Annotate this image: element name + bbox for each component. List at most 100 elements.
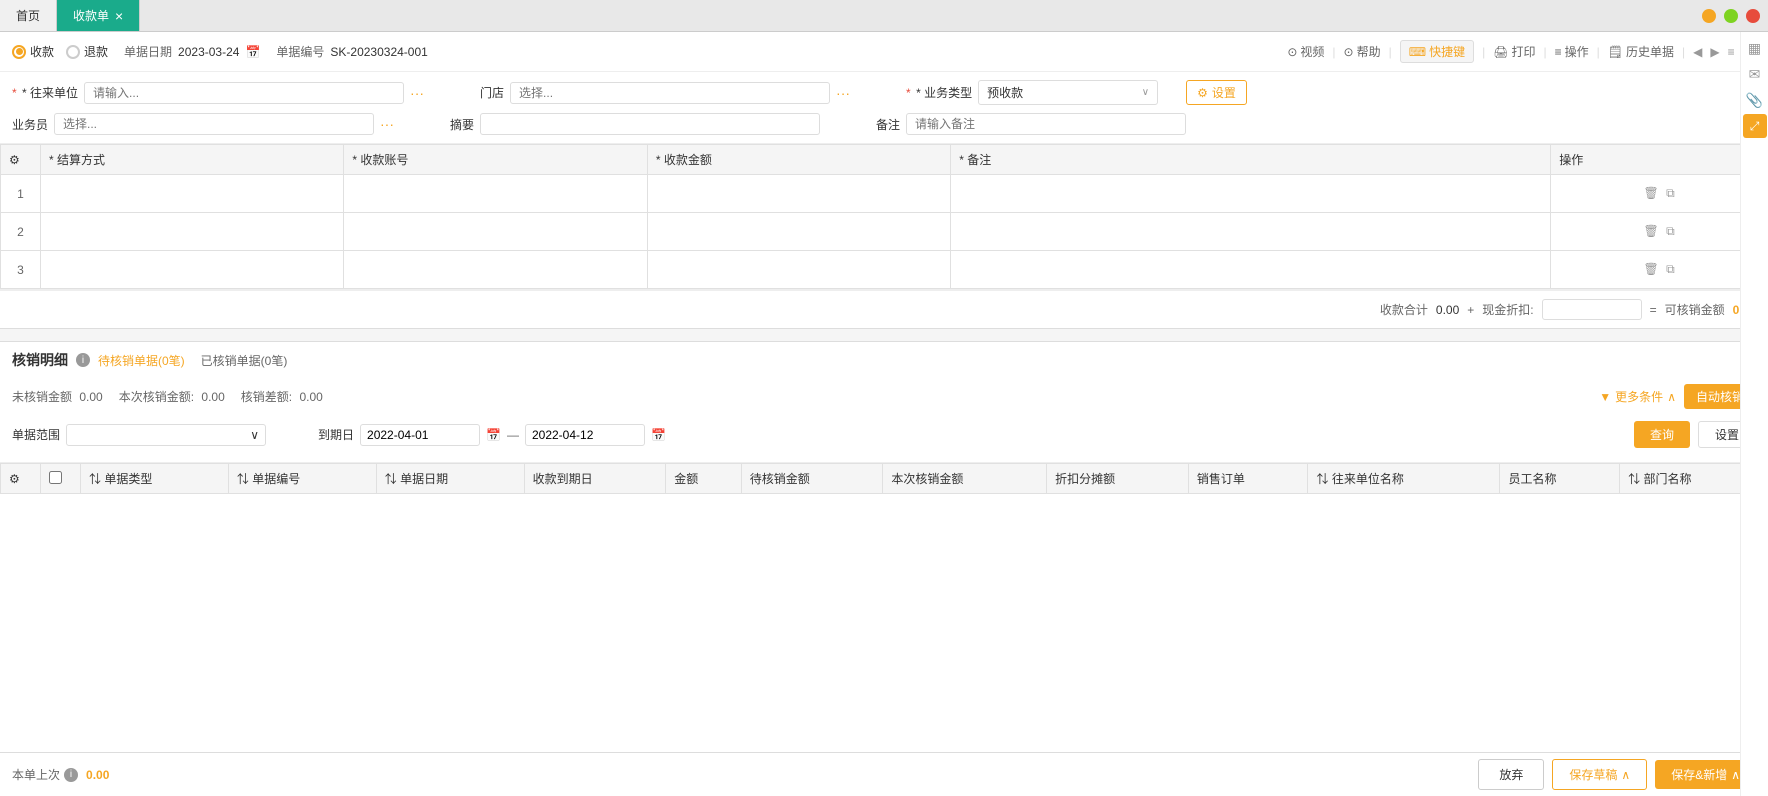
- history-icon: 🗒: [1608, 45, 1623, 59]
- store-input[interactable]: [510, 82, 830, 104]
- minimize-button[interactable]: [1702, 9, 1716, 23]
- video-icon: ⊙: [1287, 45, 1297, 59]
- copy-icon-1[interactable]: ⧉: [1666, 186, 1675, 200]
- row-account-3[interactable]: [344, 251, 647, 289]
- help-icon: ⊙: [1344, 45, 1354, 59]
- salesperson-more-btn[interactable]: ···: [380, 116, 394, 132]
- row-settlement-3[interactable]: [41, 251, 344, 289]
- settings-button[interactable]: ⚙ 设置: [1186, 80, 1247, 105]
- bottom-col-current: 本次核销金额: [883, 464, 1047, 494]
- table-row: 2 🗑 ⧉: [1, 213, 1768, 251]
- radio-refund[interactable]: 退款: [66, 43, 108, 60]
- due-date-start-input[interactable]: [360, 424, 480, 446]
- row-amount-3[interactable]: [647, 251, 950, 289]
- help-btn[interactable]: ⊙ 帮助: [1344, 43, 1381, 60]
- number-label: 单据编号: [276, 43, 324, 60]
- receipt-table: ⚙ * 结算方式 * 收款账号 * 收款金额 * 备注 操作: [0, 144, 1768, 289]
- start-calendar-icon[interactable]: 📅: [486, 428, 501, 442]
- bottom-col-checkbox[interactable]: [41, 464, 81, 494]
- print-btn[interactable]: 🖨 打印: [1493, 43, 1535, 60]
- calendar-icon[interactable]: 📅: [245, 45, 260, 59]
- range-select[interactable]: ∨: [66, 424, 266, 446]
- copy-icon-2[interactable]: ⧉: [1666, 224, 1675, 238]
- delete-icon-3[interactable]: 🗑: [1644, 262, 1659, 276]
- footer: 本单上次 i 0.00 放弃 保存草稿 ∧ 保存&新增 ∧: [0, 752, 1768, 796]
- reconcile-table: ⚙ ⇅ 单据类型 ⇅ 单据编号 ⇅ 单据日期: [0, 463, 1768, 494]
- list-icon[interactable]: ≡: [1728, 45, 1735, 59]
- close-button[interactable]: [1746, 9, 1760, 23]
- counterpart-label: * * 往来单位: [12, 84, 78, 101]
- info-icon[interactable]: i: [64, 768, 78, 782]
- left-arrow-icon[interactable]: ◀: [1693, 45, 1702, 59]
- end-calendar-icon[interactable]: 📅: [651, 428, 666, 442]
- row-settlement-2[interactable]: [41, 213, 344, 251]
- radio-receipt[interactable]: 收款: [12, 43, 54, 60]
- row-amount-2[interactable]: [647, 213, 950, 251]
- delete-icon-1[interactable]: 🗑: [1644, 186, 1659, 200]
- tab-receipt[interactable]: 收款单 ×: [57, 0, 140, 31]
- sidebar-table-icon[interactable]: ▦: [1743, 36, 1767, 60]
- row-account-1[interactable]: [344, 175, 647, 213]
- history-btn[interactable]: 🗒 历史单据: [1608, 43, 1674, 60]
- filter-icon: ▼: [1599, 390, 1611, 404]
- current-stat: 本次核销金额: 0.00: [119, 388, 225, 405]
- summary-label: 摘要: [450, 116, 474, 133]
- bottom-col-gear[interactable]: ⚙: [1, 464, 41, 494]
- due-date-end-input[interactable]: [525, 424, 645, 446]
- video-label: 视频: [1300, 43, 1324, 60]
- query-btn[interactable]: 查询: [1634, 421, 1690, 448]
- business-type-value: 预收款: [987, 84, 1023, 101]
- date-value: 2023-03-24: [178, 45, 239, 59]
- operations-btn[interactable]: ≡ 操作: [1555, 43, 1589, 60]
- tab-pending[interactable]: 待核销单据(0笔): [98, 352, 185, 369]
- store-more-btn[interactable]: ···: [836, 85, 850, 101]
- video-btn[interactable]: ⊙ 视频: [1287, 43, 1324, 60]
- select-all-checkbox[interactable]: [49, 471, 62, 484]
- col-gear[interactable]: ⚙: [1, 145, 41, 175]
- copy-icon-3[interactable]: ⧉: [1666, 262, 1675, 276]
- salesperson-input[interactable]: [54, 113, 374, 135]
- tab-done[interactable]: 已核销单据(0笔): [201, 352, 288, 369]
- business-type-select[interactable]: 预收款 ∨: [978, 80, 1158, 105]
- row-remark-1[interactable]: [951, 175, 1551, 213]
- sidebar-clip-icon[interactable]: 📎: [1743, 88, 1767, 112]
- bottom-col-pending: 待核销金额: [741, 464, 883, 494]
- remark-field: 备注: [876, 113, 1186, 135]
- row-actions-1: 🗑 ⧉: [1551, 175, 1768, 213]
- maximize-button[interactable]: [1724, 9, 1738, 23]
- diff-stat: 核销差额: 0.00: [241, 388, 323, 405]
- counterpart-more-btn[interactable]: ···: [410, 85, 424, 101]
- sidebar-email-icon[interactable]: ✉: [1743, 62, 1767, 86]
- right-arrow-icon[interactable]: ▶: [1710, 45, 1719, 59]
- radio-receipt-label: 收款: [30, 43, 54, 60]
- remark-input[interactable]: [906, 113, 1186, 135]
- row-num-2: 2: [1, 213, 41, 251]
- history-label: 历史单据: [1626, 43, 1674, 60]
- col-settlement: * 结算方式: [41, 145, 344, 175]
- number-value: SK-20230324-001: [330, 45, 427, 59]
- row-actions-3: 🗑 ⧉: [1551, 251, 1768, 289]
- abandon-button[interactable]: 放弃: [1478, 759, 1544, 790]
- delete-icon-2[interactable]: 🗑: [1644, 224, 1659, 238]
- discount-input[interactable]: [1542, 299, 1642, 320]
- sidebar-expand-icon[interactable]: ⤢: [1743, 114, 1767, 138]
- counterpart-input[interactable]: [84, 82, 404, 104]
- save-draft-label: 保存草稿: [1569, 766, 1617, 783]
- row-actions-2: 🗑 ⧉: [1551, 213, 1768, 251]
- tab-home[interactable]: 首页: [0, 0, 57, 31]
- row-settlement-1[interactable]: [41, 175, 344, 213]
- save-draft-button[interactable]: 保存草稿 ∧: [1552, 759, 1647, 790]
- row-remark-3[interactable]: [951, 251, 1551, 289]
- bottom-col-amount: 金额: [666, 464, 741, 494]
- shortcuts-btn[interactable]: ⌨ 快捷键: [1400, 40, 1474, 63]
- row-amount-1[interactable]: [647, 175, 950, 213]
- row-account-2[interactable]: [344, 213, 647, 251]
- summary-input[interactable]: [480, 113, 820, 135]
- row-remark-2[interactable]: [951, 213, 1551, 251]
- reconcile-info-icon[interactable]: i: [76, 353, 90, 367]
- bottom-col-sales-order: 销售订单: [1188, 464, 1308, 494]
- arrow-up-icon: ∧: [1667, 390, 1676, 404]
- tab-close-icon[interactable]: ×: [115, 8, 123, 24]
- shortcuts-label: 快捷键: [1429, 43, 1465, 60]
- more-conditions-btn[interactable]: ▼ 更多条件 ∧: [1599, 388, 1676, 405]
